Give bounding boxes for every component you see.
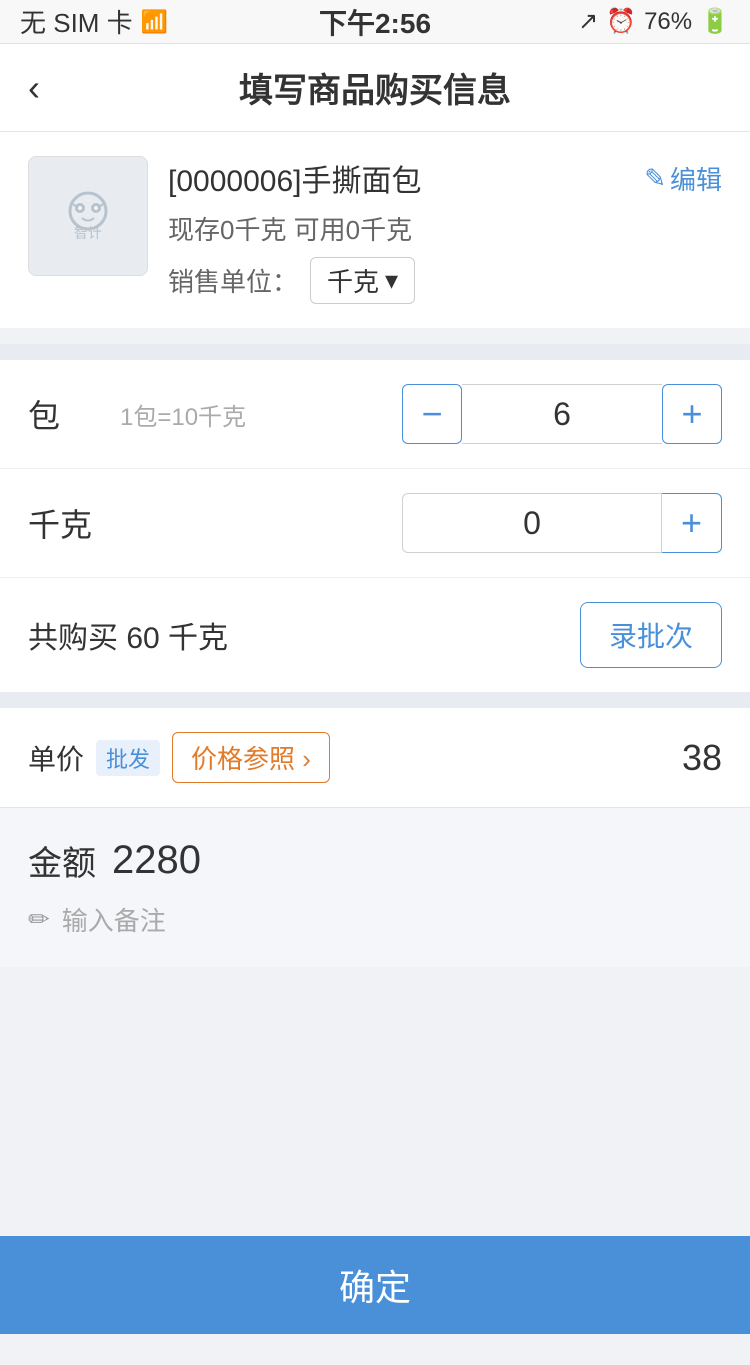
nav-bar: ‹ 填写商品购买信息 [0,44,750,132]
summary-text: 共购买 60 千克 [28,613,228,657]
kg-plus-button[interactable]: + [662,493,722,553]
price-batch-tag: 批发 [96,740,160,776]
product-logo-icon: 智计 [58,186,118,246]
confirm-button-label: 确定 [339,1259,411,1311]
remark-row[interactable]: ✏ 输入备注 [28,901,722,938]
battery-text: 76% [644,8,692,36]
product-name: [0000006]手撕面包 [168,156,421,200]
location-icon: ↗ [578,7,598,36]
product-name-row: [0000006]手撕面包 ✎ 编辑 [168,156,722,200]
product-section: 智计 [0000006]手撕面包 ✎ 编辑 现存0千克 可用0千克 销售单位： … [0,132,750,328]
package-minus-button[interactable]: − [402,384,462,444]
kg-input[interactable] [402,493,662,553]
carrier-text: 无 SIM 卡 [20,3,133,40]
remark-icon: ✏ [28,904,50,935]
status-left: 无 SIM 卡 📶 [20,3,168,40]
product-image: 智计 [28,156,148,276]
dropdown-icon: ▾ [385,265,398,296]
package-label: 包 [28,391,108,437]
price-label: 单价 [28,738,84,778]
product-info: [0000006]手撕面包 ✎ 编辑 现存0千克 可用0千克 销售单位： 千克 … [168,156,722,304]
back-icon: ‹ [28,67,40,108]
package-input[interactable] [462,384,662,444]
summary-section: 共购买 60 千克 录批次 [0,577,750,692]
unit-label: 销售单位： [168,262,298,299]
price-value: 38 [682,737,722,779]
status-right: ↗ ⏰ 76% 🔋 [578,7,730,36]
divider-1 [0,344,750,360]
input-section: 包 1包=10千克 − + 千克 + 共购买 60 千克 录批次 [0,360,750,692]
product-unit-row: 销售单位： 千克 ▾ [168,257,722,304]
confirm-button[interactable]: 确定 [0,1236,750,1334]
package-plus-button[interactable]: + [662,384,722,444]
remark-text: 输入备注 [62,901,166,938]
kg-controls: + [402,493,722,553]
price-section: 单价 批发 价格参照 › 38 [0,692,750,807]
page-title: 填写商品购买信息 [239,63,511,112]
kg-input-row: 千克 + [0,469,750,577]
gray-fill [0,967,750,1267]
battery-icon: 🔋 [700,7,730,36]
batch-button[interactable]: 录批次 [580,602,722,668]
unit-value: 千克 [327,262,379,299]
unit-select[interactable]: 千克 ▾ [310,257,415,304]
kg-label: 千克 [28,500,108,546]
alarm-icon: ⏰ [606,7,636,36]
status-bar: 无 SIM 卡 📶 下午2:56 ↗ ⏰ 76% 🔋 [0,0,750,44]
price-ref-button[interactable]: 价格参照 › [172,732,330,783]
amount-label: 金额 [28,836,96,885]
edit-icon: ✎ [644,163,666,194]
edit-label: 编辑 [670,160,722,197]
package-controls: − + [402,384,722,444]
package-hint: 1包=10千克 [120,397,402,432]
wifi-icon: 📶 [141,9,168,35]
amount-row: 金额 2280 [28,836,722,885]
amount-value: 2280 [112,838,201,883]
edit-button[interactable]: ✎ 编辑 [644,160,722,197]
svg-text:智计: 智计 [74,225,102,241]
package-input-row: 包 1包=10千克 − + [0,360,750,469]
product-stock: 现存0千克 可用0千克 [168,210,722,247]
amount-section: 金额 2280 ✏ 输入备注 [0,807,750,967]
status-time: 下午2:56 [319,2,431,42]
back-button[interactable]: ‹ [28,67,40,109]
